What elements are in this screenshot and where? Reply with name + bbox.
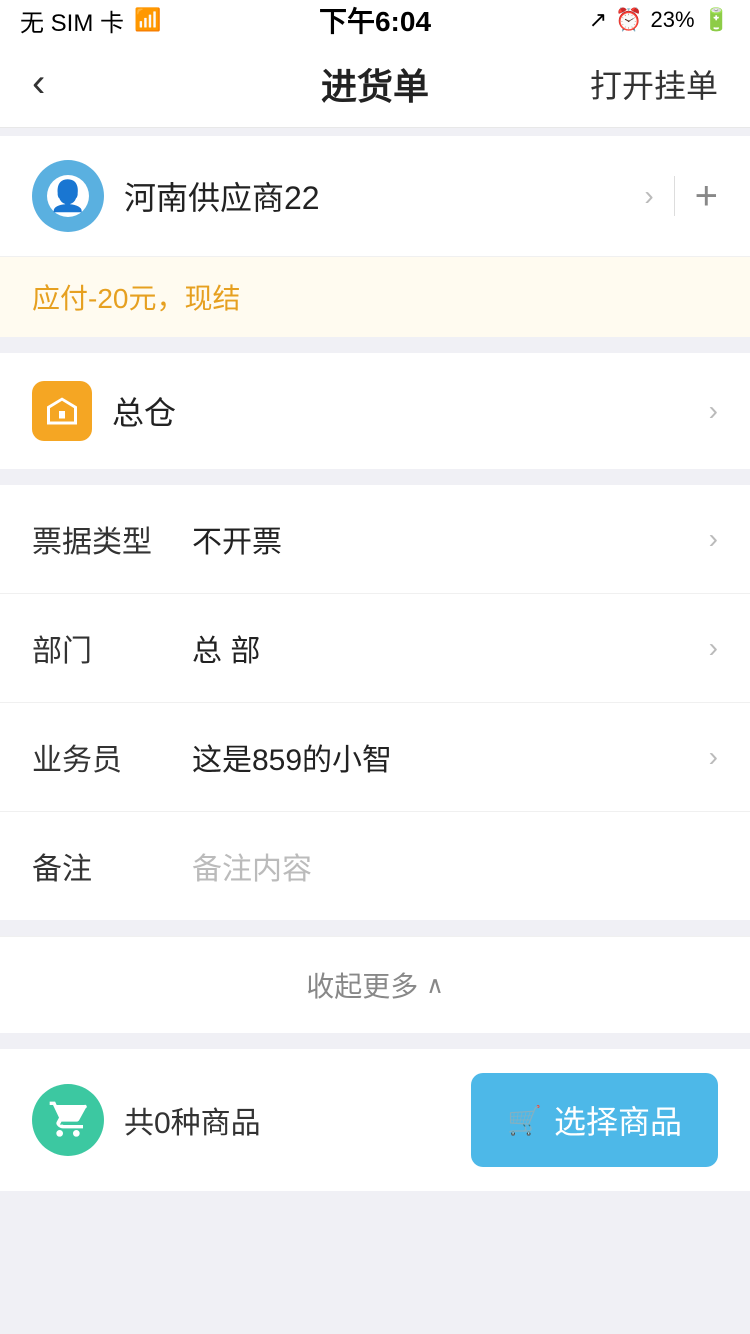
avatar-inner: 👤 (47, 175, 89, 217)
supplier-chevron-icon: › (644, 180, 653, 212)
status-time: 下午6:04 (319, 0, 431, 40)
vertical-divider (674, 176, 675, 216)
remark-row[interactable]: 备注 备注内容 (0, 812, 750, 920)
status-right: ↗ ⏰ 23% 🔋 (589, 7, 730, 33)
supplier-actions: › + (644, 174, 718, 219)
page-title: 进货单 (321, 58, 429, 110)
cart-icon (48, 1100, 88, 1140)
alarm-icon: ⏰ (615, 7, 642, 33)
cart-icon-wrap (32, 1084, 104, 1156)
remark-label: 备注 (32, 844, 172, 888)
remark-input[interactable]: 备注内容 (172, 844, 718, 888)
warehouse-name: 总仓 (112, 388, 709, 434)
status-left: 无 SIM 卡 📶 (20, 3, 161, 38)
collapse-row[interactable]: 收起更多 ∧ (0, 936, 750, 1033)
bill-type-row[interactable]: 票据类型 不开票 › (0, 485, 750, 594)
notice-text: 应付-20元，现结 (32, 283, 240, 314)
select-product-button[interactable]: 🛒 选择商品 (471, 1073, 718, 1167)
select-btn-label: 选择商品 (554, 1097, 682, 1143)
open-pending-button[interactable]: 打开挂单 (590, 61, 718, 107)
bill-type-label: 票据类型 (32, 517, 172, 561)
product-count: 共0种商品 (124, 1098, 451, 1142)
supplier-card: 👤 河南供应商22 › + 应付-20元，现结 (0, 136, 750, 337)
dept-row[interactable]: 部门 总 部 › (0, 594, 750, 703)
wifi-icon: 📶 (134, 7, 161, 33)
battery-icon: 🔋 (703, 7, 730, 33)
dept-value: 总 部 (172, 626, 709, 670)
back-button[interactable]: ‹ (32, 61, 92, 106)
supplier-avatar: 👤 (32, 160, 104, 232)
bottom-bar: 共0种商品 🛒 选择商品 (0, 1049, 750, 1191)
select-btn-icon: 🛒 (507, 1104, 542, 1137)
collapse-arrow-icon: ∧ (426, 971, 444, 1000)
person-icon: 👤 (49, 179, 86, 214)
supplier-name: 河南供应商22 (124, 173, 644, 219)
add-icon[interactable]: + (695, 174, 718, 219)
sales-chevron-icon: › (709, 741, 718, 773)
sales-row[interactable]: 业务员 这是859的小智 › (0, 703, 750, 812)
warehouse-chevron-icon: › (709, 395, 718, 427)
carrier-label: 无 SIM 卡 (20, 3, 124, 38)
bill-type-value: 不开票 (172, 517, 709, 561)
bill-type-chevron-icon: › (709, 523, 718, 555)
sales-value: 这是859的小智 (172, 735, 709, 779)
nav-bar: ‹ 进货单 打开挂单 (0, 40, 750, 128)
warehouse-card[interactable]: 总仓 › (0, 353, 750, 469)
dept-chevron-icon: › (709, 632, 718, 664)
form-card: 票据类型 不开票 › 部门 总 部 › 业务员 这是859的小智 › 备注 备注… (0, 485, 750, 920)
warehouse-icon (32, 381, 92, 441)
dept-label: 部门 (32, 626, 172, 670)
location-icon: ↗ (589, 7, 607, 33)
content: 👤 河南供应商22 › + 应付-20元，现结 总仓 › (0, 128, 750, 1191)
battery-label: 23% (651, 7, 695, 33)
notice-banner: 应付-20元，现结 (0, 257, 750, 337)
sales-label: 业务员 (32, 735, 172, 779)
collapse-label: 收起更多 (306, 965, 418, 1005)
warehouse-row[interactable]: 总仓 › (0, 353, 750, 469)
supplier-row[interactable]: 👤 河南供应商22 › + (0, 136, 750, 257)
status-bar: 无 SIM 卡 📶 下午6:04 ↗ ⏰ 23% 🔋 (0, 0, 750, 40)
warehouse-svg (44, 393, 80, 429)
